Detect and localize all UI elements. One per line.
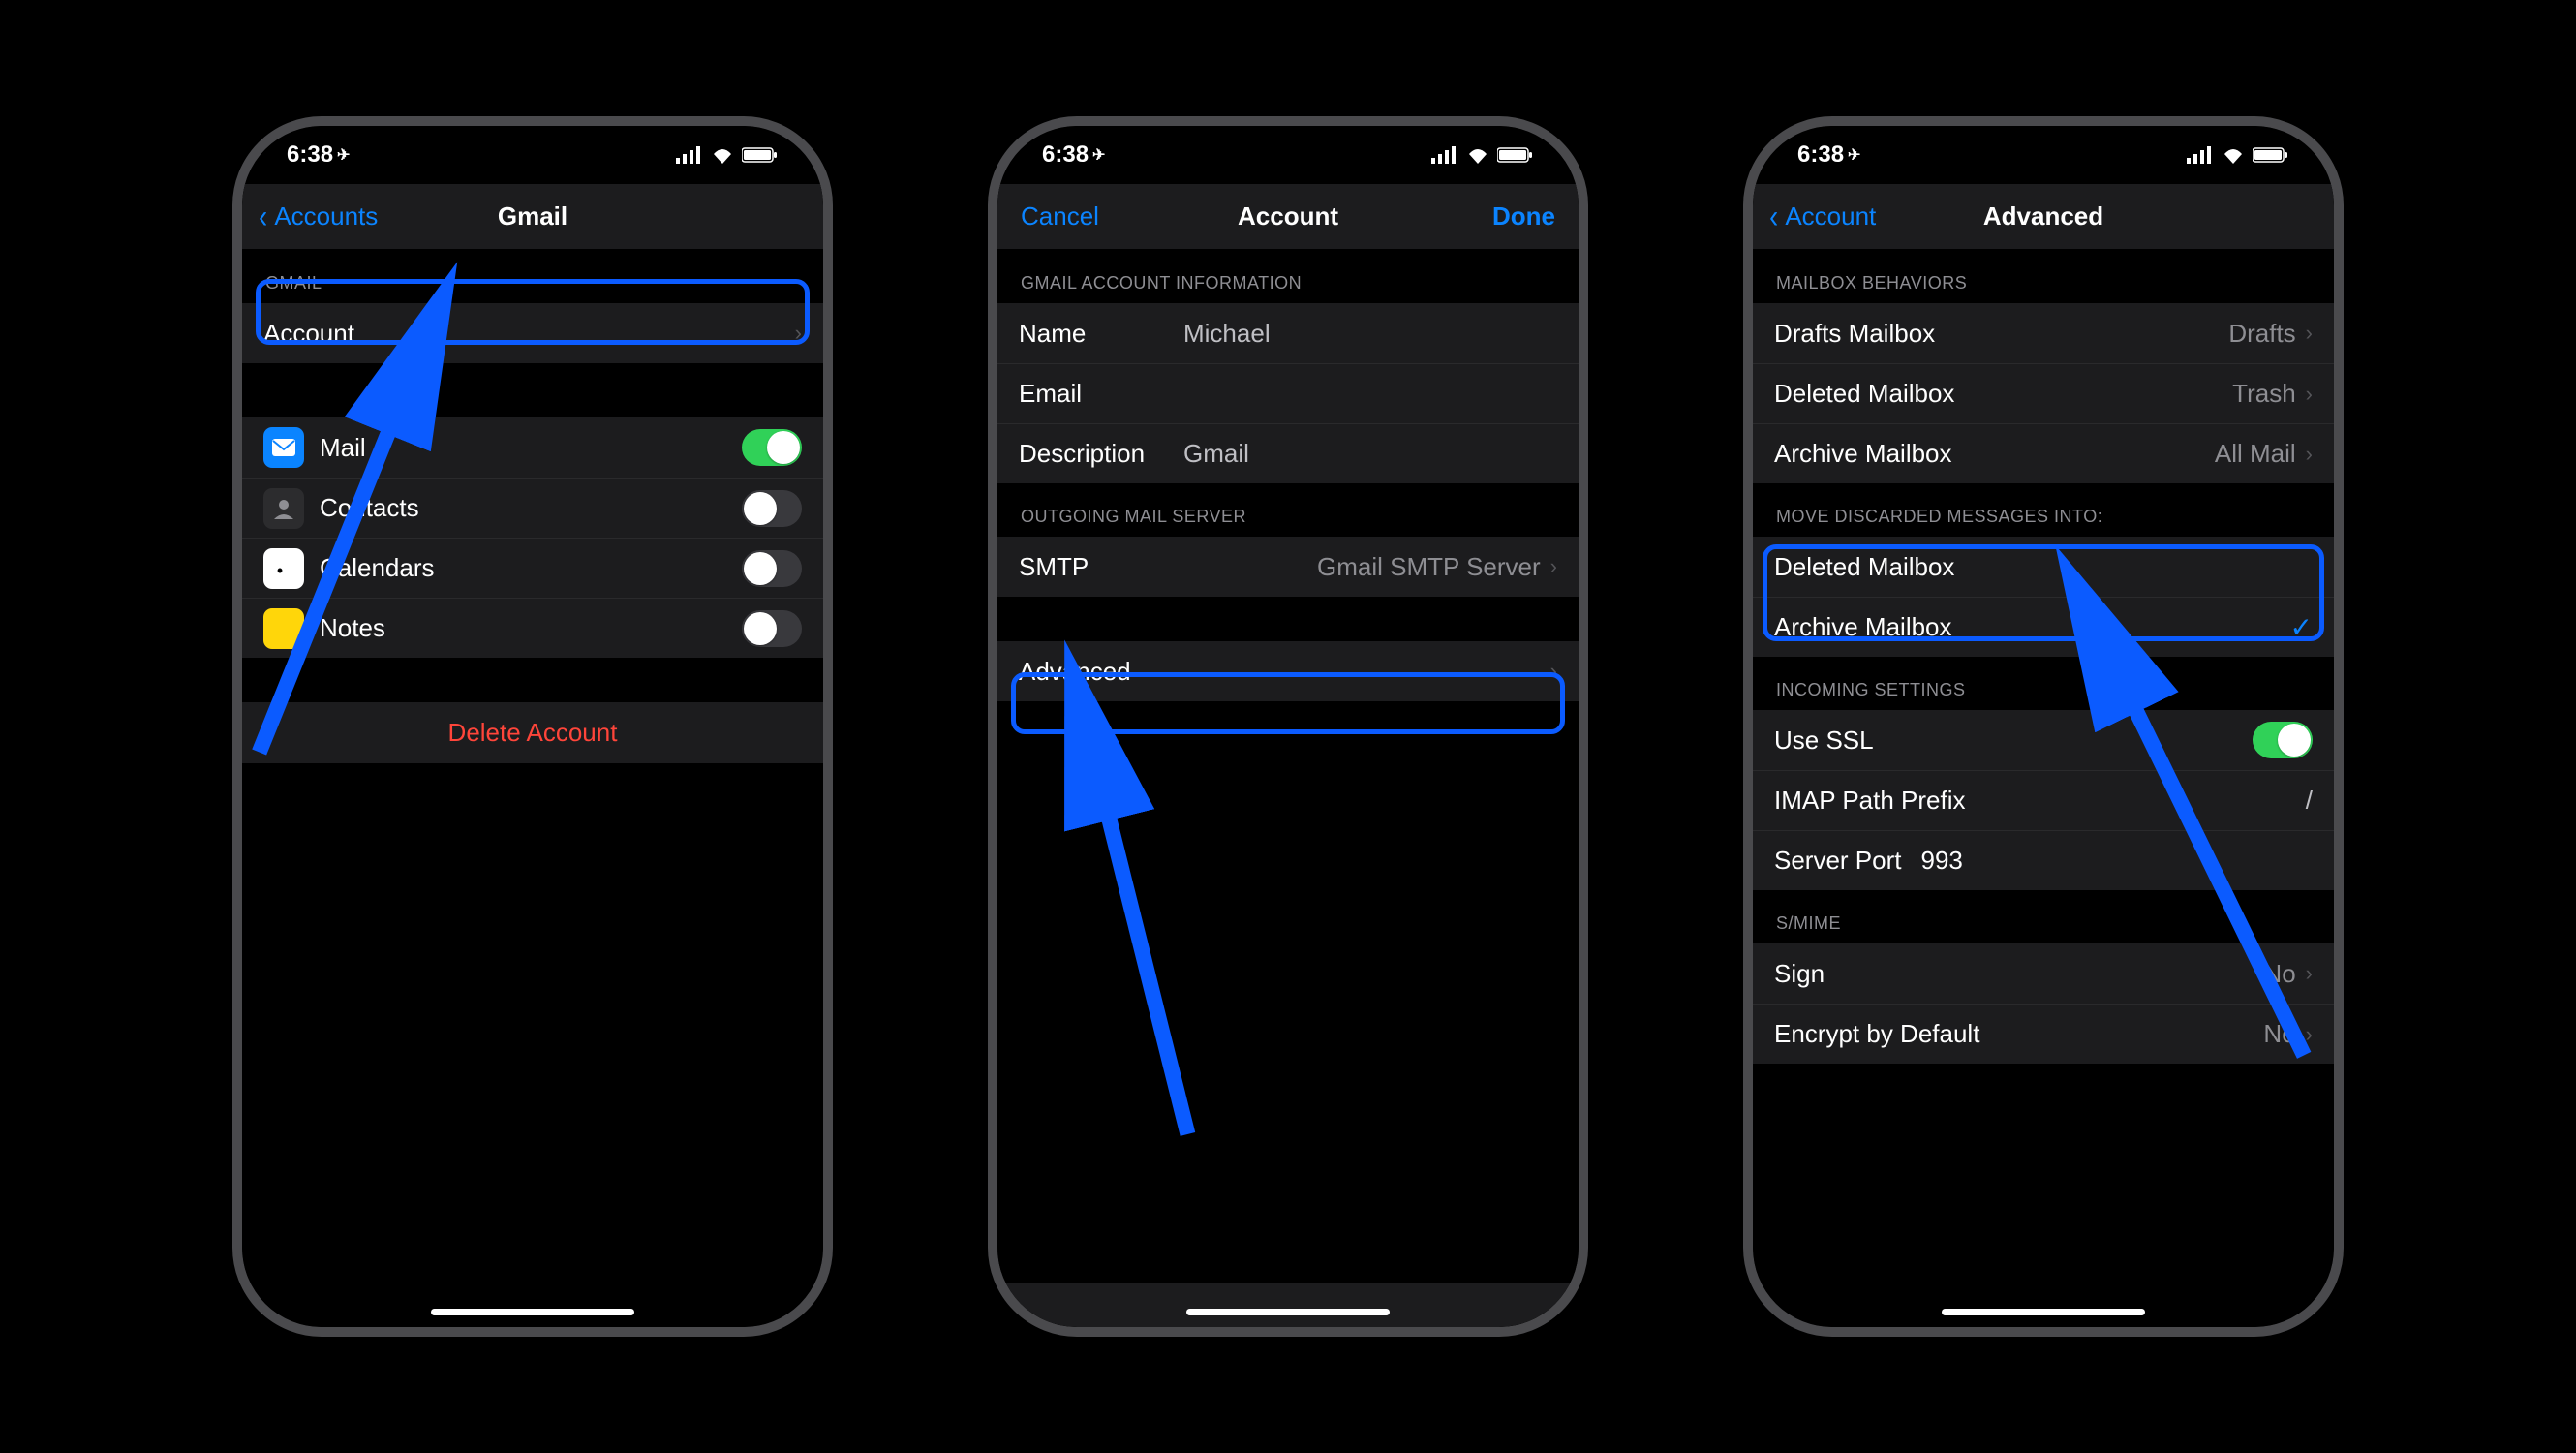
notch <box>1908 126 2179 170</box>
notch <box>1152 126 1424 170</box>
archive-row[interactable]: Archive Mailbox All Mail › <box>1753 423 2334 483</box>
phone-advanced: 6:38 ✈︎ ‹ Account Advanced MAILB <box>1743 116 2344 1337</box>
imap-row[interactable]: IMAP Path Prefix / <box>1753 770 2334 830</box>
section-header-discard: MOVE DISCARDED MESSAGES INTO: <box>1753 483 2334 537</box>
section-header-info: GMAIL ACCOUNT INFORMATION <box>997 250 1579 303</box>
smtp-row[interactable]: SMTP Gmail SMTP Server › <box>997 537 1579 597</box>
advanced-label: Advanced <box>1019 657 1131 687</box>
advanced-row[interactable]: Advanced › <box>997 641 1579 701</box>
smtp-label: SMTP <box>1019 552 1089 582</box>
email-row[interactable]: Email <box>997 363 1579 423</box>
section-header-behaviors: MAILBOX BEHAVIORS <box>1753 250 2334 303</box>
chevron-right-icon: › <box>795 321 802 346</box>
battery-icon <box>1497 146 1534 164</box>
desc-value: Gmail <box>1183 439 1249 469</box>
back-label: Account <box>1785 201 1876 232</box>
back-label: Accounts <box>274 201 378 232</box>
phone-gmail-settings: 6:38 ✈︎ ‹ Accounts Gmail GMAIL <box>232 116 833 1337</box>
deleted-label: Deleted Mailbox <box>1774 379 1954 409</box>
back-button[interactable]: ‹ Accounts <box>258 201 378 233</box>
chevron-right-icon: › <box>2306 961 2313 986</box>
nav-title: Account <box>1238 201 1338 232</box>
nav-title: Gmail <box>498 201 567 232</box>
discard-deleted-row[interactable]: Deleted Mailbox <box>1753 537 2334 597</box>
delete-account-button[interactable]: Delete Account <box>242 702 823 763</box>
status-time: 6:38 <box>1042 141 1089 169</box>
mail-toggle[interactable] <box>742 429 802 466</box>
wifi-icon <box>2222 146 2245 164</box>
imap-value: / <box>2306 786 2313 816</box>
phone-account-detail: 6:38 ✈︎ Cancel Account Done <box>988 116 1588 1337</box>
cell-signal-icon <box>2187 146 2214 164</box>
discard-deleted-label: Deleted Mailbox <box>1774 552 1954 582</box>
name-value: Michael <box>1183 319 1271 349</box>
battery-icon <box>742 146 779 164</box>
account-label: Account <box>263 319 354 349</box>
chevron-right-icon: › <box>1550 554 1557 579</box>
notes-toggle[interactable] <box>742 610 802 647</box>
location-icon: ✈︎ <box>1092 145 1105 165</box>
name-row[interactable]: Name Michael <box>997 303 1579 363</box>
chevron-left-icon: ‹ <box>1769 201 1778 233</box>
contacts-toggle[interactable] <box>742 490 802 527</box>
wifi-icon <box>711 146 734 164</box>
encrypt-row[interactable]: Encrypt by Default No› <box>1753 1004 2334 1064</box>
ssl-toggle[interactable] <box>2253 722 2313 758</box>
section-header-outgoing: OUTGOING MAIL SERVER <box>997 483 1579 537</box>
drafts-label: Drafts Mailbox <box>1774 319 1935 349</box>
location-icon: ✈︎ <box>337 145 350 165</box>
chevron-left-icon: ‹ <box>259 201 267 233</box>
status-time: 6:38 <box>287 141 333 169</box>
check-icon: ✓ <box>2290 611 2313 643</box>
mail-icon <box>263 427 304 468</box>
service-mail-row[interactable]: Mail <box>242 417 823 478</box>
nav-bar: ‹ Accounts Gmail <box>242 184 823 250</box>
section-header-incoming: INCOMING SETTINGS <box>1753 657 2334 710</box>
name-label: Name <box>1019 319 1183 349</box>
location-icon: ✈︎ <box>1848 145 1860 165</box>
cancel-button[interactable]: Cancel <box>1021 201 1099 232</box>
home-indicator[interactable] <box>431 1309 634 1315</box>
battery-icon <box>2253 146 2289 164</box>
home-indicator[interactable] <box>1942 1309 2145 1315</box>
discard-archive-label: Archive Mailbox <box>1774 612 1952 642</box>
port-label: Server Port <box>1774 846 1902 876</box>
archive-label: Archive Mailbox <box>1774 439 1952 469</box>
chevron-right-icon: › <box>2306 321 2313 346</box>
description-row[interactable]: Description Gmail <box>997 423 1579 483</box>
drafts-value: Drafts <box>2228 319 2295 349</box>
nav-bar: Cancel Account Done <box>997 184 1579 250</box>
cell-signal-icon <box>676 146 703 164</box>
chevron-right-icon: › <box>1550 659 1557 684</box>
notch <box>397 126 668 170</box>
desc-label: Description <box>1019 439 1183 469</box>
chevron-right-icon: › <box>2306 382 2313 407</box>
ssl-label: Use SSL <box>1774 726 1874 756</box>
drafts-row[interactable]: Drafts Mailbox Drafts › <box>1753 303 2334 363</box>
wifi-icon <box>1466 146 1489 164</box>
port-value: 993 <box>1921 846 1963 876</box>
nav-title: Advanced <box>1983 201 2103 232</box>
imap-label: IMAP Path Prefix <box>1774 786 1966 816</box>
discard-archive-row[interactable]: Archive Mailbox ✓ <box>1753 597 2334 657</box>
calendars-toggle[interactable] <box>742 550 802 587</box>
account-row[interactable]: Account › <box>242 303 823 363</box>
contacts-icon <box>263 488 304 529</box>
done-button[interactable]: Done <box>1492 201 1555 232</box>
back-button[interactable]: ‹ Account <box>1768 201 1876 233</box>
smtp-value: Gmail SMTP Server <box>1317 552 1541 582</box>
nav-bar: ‹ Account Advanced <box>1753 184 2334 250</box>
home-indicator[interactable] <box>1186 1309 1390 1315</box>
chevron-right-icon: › <box>2306 442 2313 467</box>
status-time: 6:38 <box>1797 141 1844 169</box>
section-header-gmail: GMAIL <box>242 250 823 303</box>
deleted-value: Trash <box>2232 379 2296 409</box>
ssl-row[interactable]: Use SSL <box>1753 710 2334 770</box>
email-label: Email <box>1019 379 1183 409</box>
archive-value: All Mail <box>2215 439 2296 469</box>
encrypt-label: Encrypt by Default <box>1774 1019 1979 1049</box>
sign-label: Sign <box>1774 959 1825 989</box>
cell-signal-icon <box>1431 146 1458 164</box>
deleted-row[interactable]: Deleted Mailbox Trash › <box>1753 363 2334 423</box>
